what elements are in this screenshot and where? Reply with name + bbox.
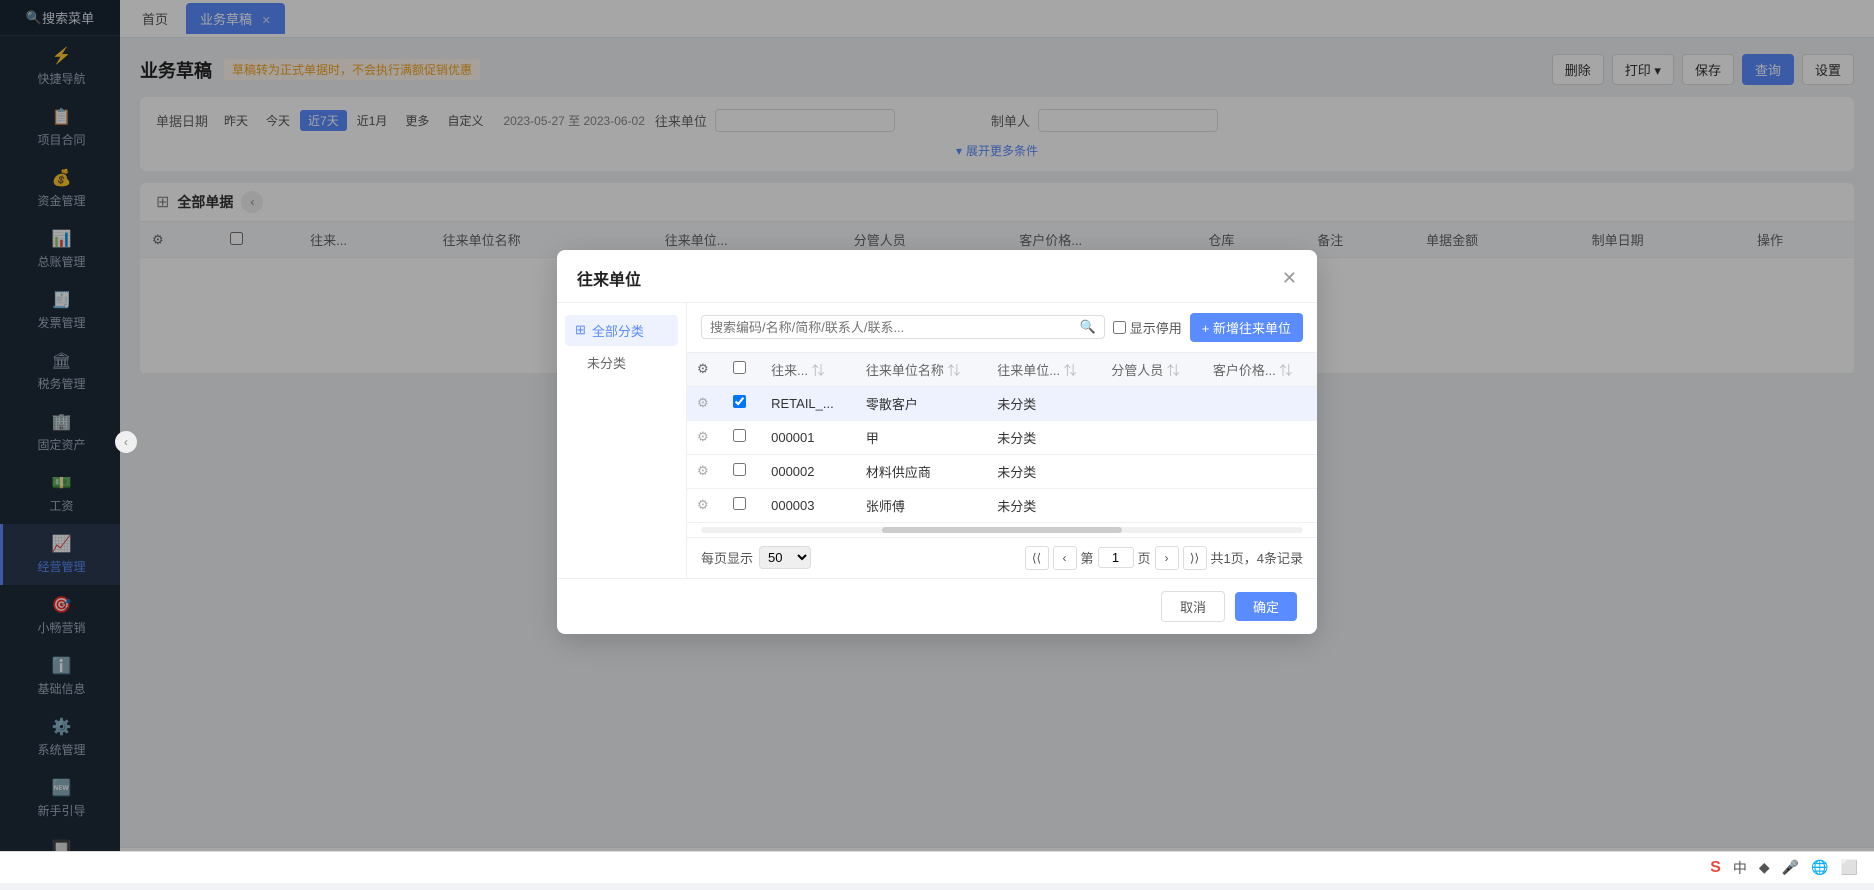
row-price-level xyxy=(1203,488,1317,522)
dialog-sidebar: ⊞ 全部分类 未分类 ‹ xyxy=(557,303,687,578)
counterparty-dialog: 往来单位 ✕ ⊞ 全部分类 未分类 ‹ xyxy=(557,250,1317,634)
page-unit: 页 xyxy=(1138,548,1151,567)
horizontal-scrollbar[interactable] xyxy=(701,527,1303,533)
row-settings-btn[interactable]: ⚙ xyxy=(687,454,723,488)
dtcol-checkbox[interactable] xyxy=(723,353,761,387)
page-size-select[interactable]: 50 10 20 100 xyxy=(759,546,811,569)
row-code: 000003 xyxy=(761,488,856,522)
row-checkbox[interactable] xyxy=(733,497,746,510)
row-category: 未分类 xyxy=(987,488,1101,522)
row-price-level xyxy=(1203,454,1317,488)
row-settings-btn[interactable]: ⚙ xyxy=(687,386,723,420)
taskbar-network-icon[interactable]: 🌐 xyxy=(1811,859,1828,876)
page-first-btn[interactable]: ⟨⟨ xyxy=(1025,546,1049,570)
page-label: 第 xyxy=(1081,548,1094,567)
pagination-nav: ⟨⟨ ‹ 第 页 › ⟩⟩ 共1页，4条记录 xyxy=(1025,546,1304,570)
row-code: 000002 xyxy=(761,454,856,488)
page-last-btn[interactable]: ⟩⟩ xyxy=(1183,546,1207,570)
confirm-button[interactable]: 确定 xyxy=(1235,592,1297,621)
row-manager xyxy=(1101,386,1203,420)
cancel-button[interactable]: 取消 xyxy=(1161,591,1225,622)
dialog-main: 🔍 显示停用 + 新增往来单位 ⚙ xyxy=(687,303,1317,578)
row-select-checkbox[interactable] xyxy=(723,454,761,488)
row-name: 材料供应商 xyxy=(856,454,987,488)
taskbar-desktop-icon[interactable]: ⬜ xyxy=(1841,859,1858,876)
row-manager xyxy=(1101,454,1203,488)
pagination-left: 每页显示 50 10 20 100 xyxy=(701,546,811,569)
dialog-sidebar-all[interactable]: ⊞ 全部分类 xyxy=(565,315,678,346)
pagination-total: 共1页，4条记录 xyxy=(1211,548,1303,567)
row-price-level xyxy=(1203,386,1317,420)
scrollbar-thumb xyxy=(882,527,1123,533)
dialog-header: 往来单位 ✕ xyxy=(557,250,1317,303)
row-manager xyxy=(1101,488,1203,522)
row-select-checkbox[interactable] xyxy=(723,488,761,522)
dtcol-settings[interactable]: ⚙ xyxy=(687,353,723,387)
row-select-checkbox[interactable] xyxy=(723,420,761,454)
row-select-checkbox[interactable] xyxy=(723,386,761,420)
row-name: 张师傅 xyxy=(856,488,987,522)
table-row[interactable]: ⚙ 000002 材料供应商 未分类 xyxy=(687,454,1317,488)
dialog-sidebar-unclassified[interactable]: 未分类 xyxy=(565,348,678,377)
grid-icon-small: ⊞ xyxy=(575,322,586,338)
taskbar: S 中 ◆ 🎤 🌐 ⬜ xyxy=(0,851,1874,883)
page-next-btn[interactable]: › xyxy=(1155,546,1179,570)
page-number-input[interactable] xyxy=(1098,547,1134,568)
dialog-close-icon[interactable]: ✕ xyxy=(1282,269,1297,287)
table-row[interactable]: ⚙ 000003 张师傅 未分类 xyxy=(687,488,1317,522)
row-settings-btn[interactable]: ⚙ xyxy=(687,420,723,454)
row-settings-btn[interactable]: ⚙ xyxy=(687,488,723,522)
search-icon: 🔍 xyxy=(1080,319,1096,335)
row-name: 甲 xyxy=(856,420,987,454)
row-checkbox[interactable] xyxy=(733,395,746,408)
table-row[interactable]: ⚙ RETAIL_... 零散客户 未分类 xyxy=(687,386,1317,420)
row-name: 零散客户 xyxy=(856,386,987,420)
row-manager xyxy=(1101,420,1203,454)
dtcol-price[interactable]: 客户价格... ⇅ xyxy=(1203,353,1317,387)
dtcol-code[interactable]: 往来... ⇅ xyxy=(761,353,856,387)
row-checkbox[interactable] xyxy=(733,463,746,476)
row-category: 未分类 xyxy=(987,454,1101,488)
add-counterparty-button[interactable]: + 新增往来单位 xyxy=(1190,313,1303,342)
dialog-pagination: 每页显示 50 10 20 100 ⟨⟨ ‹ 第 页 xyxy=(687,537,1317,578)
row-checkbox[interactable] xyxy=(733,429,746,442)
row-category: 未分类 xyxy=(987,386,1101,420)
show-disabled-checkbox[interactable] xyxy=(1113,321,1126,334)
dtcol-manager[interactable]: 分管人员 ⇅ xyxy=(1101,353,1203,387)
dialog-toolbar: 🔍 显示停用 + 新增往来单位 xyxy=(687,303,1317,353)
show-disabled-toggle[interactable]: 显示停用 xyxy=(1113,318,1182,337)
counterparty-search-box[interactable]: 🔍 xyxy=(701,315,1105,339)
modal-overlay[interactable]: 往来单位 ✕ ⊞ 全部分类 未分类 ‹ xyxy=(0,0,1874,883)
dtcol-name[interactable]: 往来单位名称 ⇅ xyxy=(856,353,987,387)
counterparty-table: ⚙ 往来... ⇅ 往来单位名称 ⇅ 往来单位... ⇅ 分管人员 ⇅ 客户价格… xyxy=(687,353,1317,523)
row-price-level xyxy=(1203,420,1317,454)
taskbar-s-icon[interactable]: S xyxy=(1710,859,1721,877)
dialog-title: 往来单位 xyxy=(577,266,641,290)
taskbar-diamond-icon[interactable]: ◆ xyxy=(1759,859,1770,876)
table-row[interactable]: ⚙ 000001 甲 未分类 xyxy=(687,420,1317,454)
dialog-body: ⊞ 全部分类 未分类 ‹ 🔍 xyxy=(557,303,1317,578)
page-prev-btn[interactable]: ‹ xyxy=(1053,546,1077,570)
counterparty-search-input[interactable] xyxy=(710,320,1076,335)
taskbar-mic-icon[interactable]: 🎤 xyxy=(1782,859,1799,876)
row-code: 000001 xyxy=(761,420,856,454)
dtcol-category[interactable]: 往来单位... ⇅ xyxy=(987,353,1101,387)
dialog-footer: 取消 确定 xyxy=(557,578,1317,634)
dtable-select-all[interactable] xyxy=(733,361,746,374)
row-category: 未分类 xyxy=(987,420,1101,454)
dialog-table-wrap: ⚙ 往来... ⇅ 往来单位名称 ⇅ 往来单位... ⇅ 分管人员 ⇅ 客户价格… xyxy=(687,353,1317,523)
row-code: RETAIL_... xyxy=(761,386,856,420)
taskbar-chinese-icon[interactable]: 中 xyxy=(1733,858,1747,878)
